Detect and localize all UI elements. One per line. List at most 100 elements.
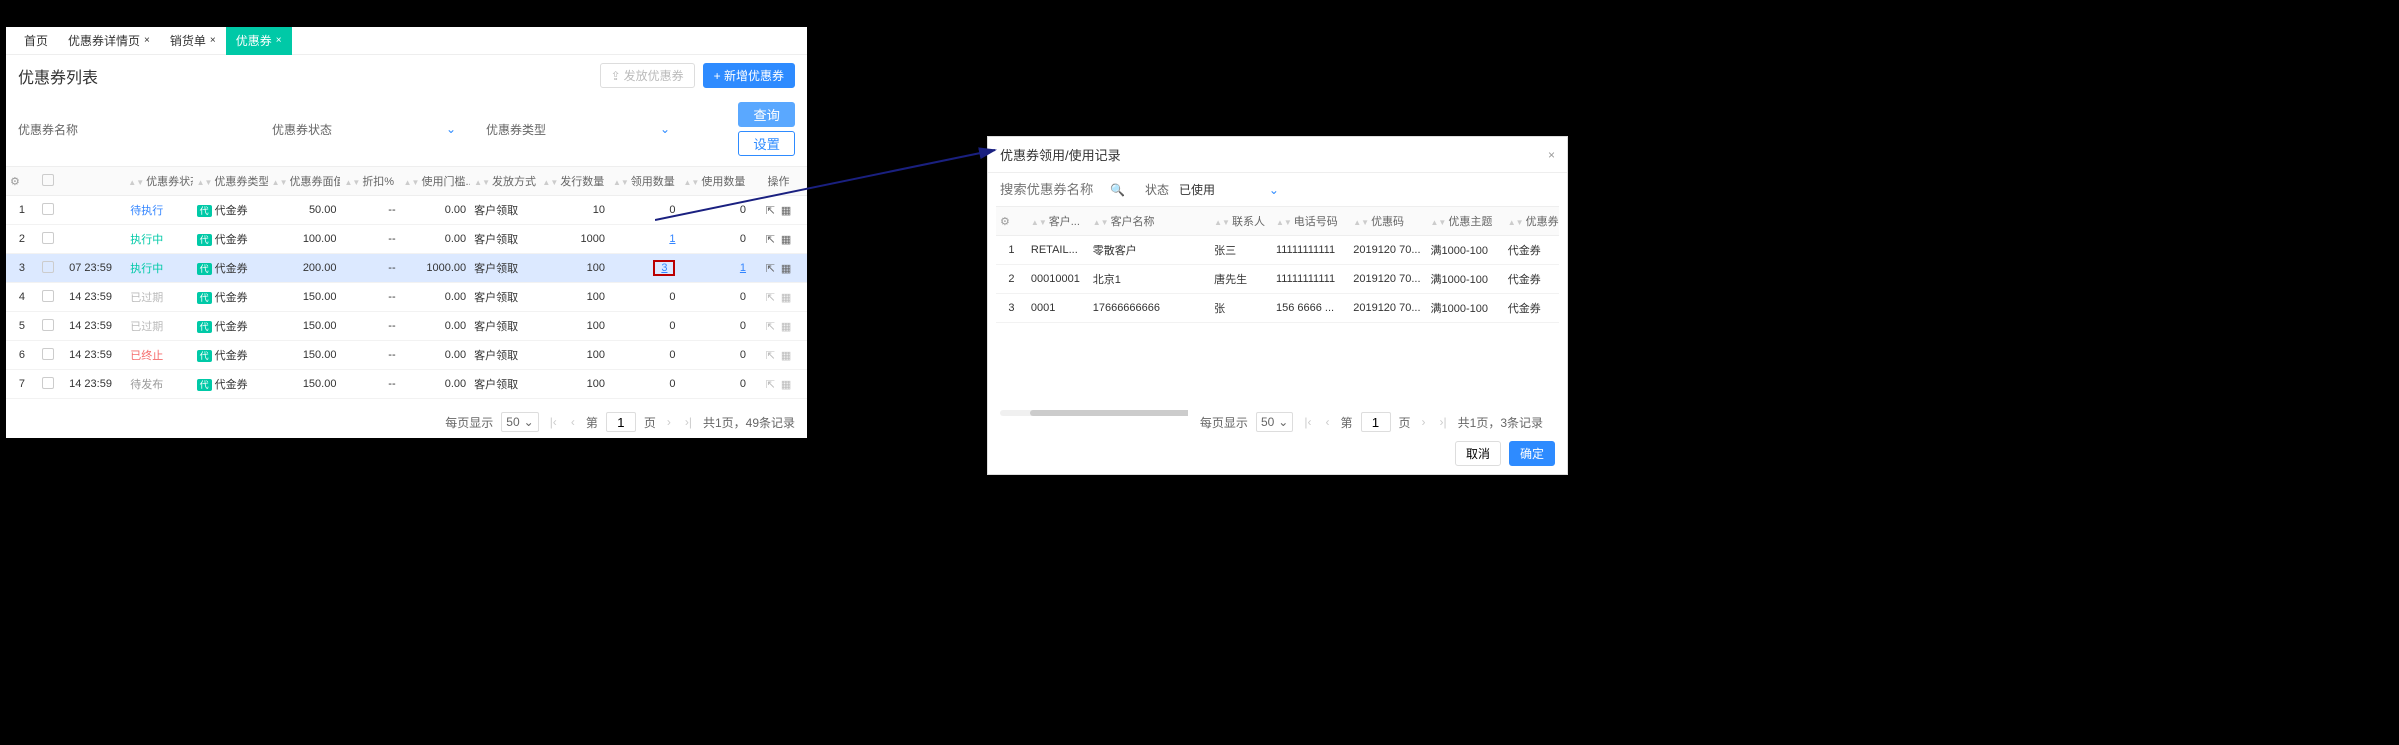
cancel-button[interactable]: 取消: [1455, 441, 1501, 466]
cell-claimed[interactable]: 0: [609, 283, 680, 312]
tab-detail[interactable]: 优惠券详情页×: [58, 27, 160, 55]
share-icon[interactable]: ⇱: [766, 350, 775, 362]
col-code[interactable]: ▲▼优惠码: [1349, 207, 1426, 236]
cell-checkbox[interactable]: [38, 196, 65, 225]
table-row[interactable]: 1 待执行 代代金券 50.00 -- 0.00 客户领取 10 0 0 ⇱▦: [6, 196, 807, 225]
qr-icon[interactable]: ▦: [781, 292, 791, 304]
type-select[interactable]: ⌄: [550, 118, 670, 140]
cell-used[interactable]: 0: [679, 341, 750, 370]
col-gear[interactable]: ⚙: [996, 207, 1027, 236]
col-checkbox[interactable]: [38, 167, 65, 196]
confirm-button[interactable]: 确定: [1509, 441, 1555, 466]
settings-button[interactable]: 设置: [738, 131, 795, 156]
next-page-button[interactable]: ›: [1419, 415, 1429, 429]
page-input[interactable]: [606, 412, 636, 432]
search-input[interactable]: [1000, 182, 1100, 197]
first-page-button[interactable]: |‹: [1301, 415, 1314, 429]
qr-icon[interactable]: ▦: [781, 205, 791, 217]
table-row[interactable]: 7 14 23:59 待发布 代代金券 150.00 -- 0.00 客户领取 …: [6, 370, 807, 399]
row-checkbox[interactable]: [42, 261, 54, 273]
col-claimed-qty[interactable]: ▲▼领用数量: [609, 167, 680, 196]
cell-used[interactable]: 0: [679, 283, 750, 312]
table-row[interactable]: 8 14 23:59 待发布 代代金券 150.00 -- 0.00 客户领取 …: [6, 399, 807, 407]
table-row[interactable]: 3 0001 17666666666 张 156 6666 ... 201912…: [996, 294, 1559, 323]
col-topic[interactable]: ▲▼优惠主题: [1426, 207, 1503, 236]
qr-icon[interactable]: ▦: [781, 321, 791, 333]
table-row[interactable]: 2 00010001 北京1 唐先生 11111111111 2019120 7…: [996, 265, 1559, 294]
row-checkbox[interactable]: [42, 290, 54, 302]
row-checkbox[interactable]: [42, 232, 54, 244]
share-icon[interactable]: ⇱: [766, 263, 775, 275]
page-input[interactable]: [1361, 412, 1391, 432]
col-amount[interactable]: ▲▼优惠券面值: [268, 167, 341, 196]
col-type[interactable]: ▲▼优惠券类: [1504, 207, 1559, 236]
cell-checkbox[interactable]: [38, 399, 65, 407]
tab-home[interactable]: 首页: [14, 27, 58, 55]
share-icon[interactable]: ⇱: [766, 205, 775, 217]
cell-checkbox[interactable]: [38, 312, 65, 341]
cell-checkbox[interactable]: [38, 225, 65, 254]
row-checkbox[interactable]: [42, 203, 54, 215]
cell-claimed[interactable]: 0: [609, 196, 680, 225]
cell-checkbox[interactable]: [38, 370, 65, 399]
share-icon[interactable]: ⇱: [766, 292, 775, 304]
close-icon[interactable]: ×: [276, 27, 282, 55]
qr-icon[interactable]: ▦: [781, 379, 791, 391]
cell-claimed[interactable]: 3: [609, 254, 680, 283]
table-row[interactable]: 1 RETAIL... 零散客户 张三 11111111111 2019120 …: [996, 236, 1559, 265]
cell-claimed[interactable]: 0: [609, 370, 680, 399]
cell-checkbox[interactable]: [38, 283, 65, 312]
cell-used[interactable]: 0: [679, 312, 750, 341]
cell-used[interactable]: 0: [679, 225, 750, 254]
checkbox-all[interactable]: [42, 174, 54, 186]
col-discount[interactable]: ▲▼折扣%: [340, 167, 399, 196]
close-icon[interactable]: ×: [1548, 148, 1555, 162]
col-threshold[interactable]: ▲▼使用门槛...: [400, 167, 471, 196]
qr-icon[interactable]: ▦: [781, 263, 791, 275]
col-phone[interactable]: ▲▼电话号码: [1272, 207, 1349, 236]
table-row[interactable]: 3 07 23:59 执行中 代代金券 200.00 -- 1000.00 客户…: [6, 254, 807, 283]
search-button[interactable]: 查询: [738, 102, 795, 127]
qr-icon[interactable]: ▦: [781, 350, 791, 362]
cell-claimed[interactable]: 0: [609, 312, 680, 341]
table-row[interactable]: 2 执行中 代代金券 100.00 -- 0.00 客户领取 1000 1 0 …: [6, 225, 807, 254]
col-method[interactable]: ▲▼发放方式: [470, 167, 538, 196]
cell-used[interactable]: 0: [679, 196, 750, 225]
row-checkbox[interactable]: [42, 319, 54, 331]
last-page-button[interactable]: ›|: [682, 415, 695, 429]
status-select[interactable]: ⌄: [336, 118, 456, 140]
share-icon[interactable]: ⇱: [766, 321, 775, 333]
last-page-button[interactable]: ›|: [1437, 415, 1450, 429]
row-checkbox[interactable]: [42, 377, 54, 389]
prev-page-button[interactable]: ‹: [1322, 415, 1332, 429]
col-type[interactable]: ▲▼优惠券类型: [193, 167, 268, 196]
per-page-select[interactable]: 50⌄: [1256, 412, 1293, 432]
row-checkbox[interactable]: [42, 406, 54, 407]
issue-coupon-button[interactable]: ⇪发放优惠券: [600, 63, 695, 88]
cell-used[interactable]: 0: [679, 370, 750, 399]
coupon-name-input[interactable]: [82, 118, 202, 140]
next-page-button[interactable]: ›: [664, 415, 674, 429]
cell-used[interactable]: 1: [679, 254, 750, 283]
cell-checkbox[interactable]: [38, 254, 65, 283]
col-issue-qty[interactable]: ▲▼发行数量: [538, 167, 609, 196]
table-row[interactable]: 4 14 23:59 已过期 代代金券 150.00 -- 0.00 客户领取 …: [6, 283, 807, 312]
cell-checkbox[interactable]: [38, 341, 65, 370]
add-coupon-button[interactable]: + 新增优惠券: [703, 63, 795, 88]
first-page-button[interactable]: |‹: [547, 415, 560, 429]
table-row[interactable]: 6 14 23:59 已终止 代代金券 150.00 -- 0.00 客户领取 …: [6, 341, 807, 370]
close-icon[interactable]: ×: [210, 27, 216, 55]
cell-claimed[interactable]: 0: [609, 341, 680, 370]
share-icon[interactable]: ⇱: [766, 234, 775, 246]
cell-claimed[interactable]: 0: [609, 399, 680, 407]
tab-coupon[interactable]: 优惠券×: [226, 27, 292, 55]
cell-claimed[interactable]: 1: [609, 225, 680, 254]
prev-page-button[interactable]: ‹: [568, 415, 578, 429]
search-icon[interactable]: 🔍: [1110, 183, 1125, 197]
share-icon[interactable]: ⇱: [766, 379, 775, 391]
tab-sales[interactable]: 销货单×: [160, 27, 226, 55]
col-contact[interactable]: ▲▼联系人: [1210, 207, 1272, 236]
col-cust-no[interactable]: ▲▼客户...: [1027, 207, 1089, 236]
col-used-qty[interactable]: ▲▼使用数量: [679, 167, 750, 196]
col-status[interactable]: ▲▼优惠券状态: [124, 167, 192, 196]
